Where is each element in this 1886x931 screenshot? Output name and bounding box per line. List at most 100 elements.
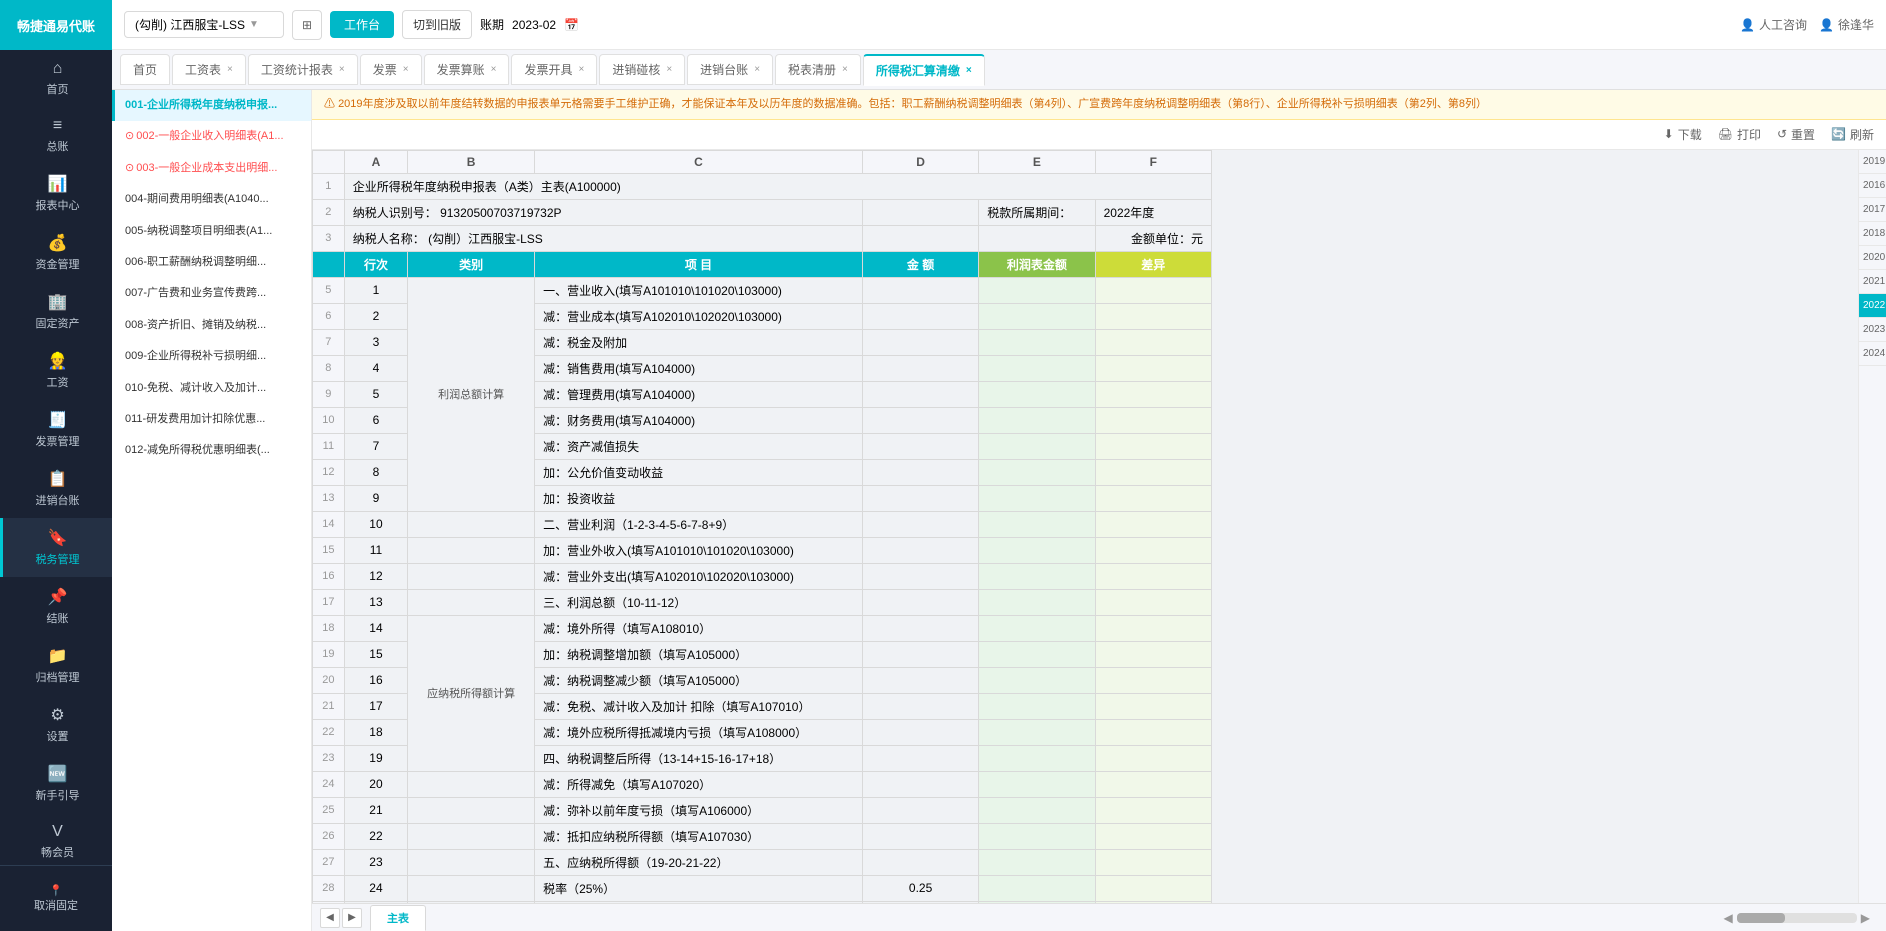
- table-row[interactable]: 16 12 减：营业外支出(填写A102010\102020\103000): [313, 563, 1212, 589]
- workbench-button[interactable]: 工作台: [330, 11, 394, 38]
- item-cell[interactable]: 减：营业外支出(填写A102010\102020\103000): [535, 563, 863, 589]
- sheet-tab-main[interactable]: 主表: [370, 905, 426, 931]
- tab-invoice-open[interactable]: 发票开具 ×: [511, 54, 597, 85]
- year-item-2024[interactable]: 2024: [1859, 342, 1886, 366]
- sidebar-item-home[interactable]: ⌂ 首页: [0, 50, 112, 107]
- list-item-011[interactable]: 011-研发费用加计扣除优惠...: [112, 404, 311, 435]
- item-cell[interactable]: 减：所得减免（填写A107020）: [535, 771, 863, 797]
- seq-cell[interactable]: 16: [344, 667, 407, 693]
- amount-cell[interactable]: [862, 485, 978, 511]
- seq-cell[interactable]: 15: [344, 641, 407, 667]
- tab-close-icon[interactable]: ×: [842, 64, 848, 75]
- item-cell[interactable]: 减：免税、减计收入及加计 扣除（填写A107010）: [535, 693, 863, 719]
- list-item-004[interactable]: 004-期间费用明细表(A1040...: [112, 184, 311, 215]
- sidebar-item-member[interactable]: V 畅会员: [0, 813, 112, 865]
- seq-cell[interactable]: 10: [344, 511, 407, 537]
- table-row[interactable]: 5 1 利润总额计算 一、营业收入(填写A101010\101020\10300…: [313, 277, 1212, 303]
- item-cell[interactable]: 减：资产减值损失: [535, 433, 863, 459]
- tab-invoice-calc[interactable]: 发票算账 ×: [424, 54, 510, 85]
- amount-cell[interactable]: [862, 719, 978, 745]
- refresh-button[interactable]: 🔄 刷新: [1831, 126, 1874, 143]
- seq-cell[interactable]: 19: [344, 745, 407, 771]
- seq-cell[interactable]: 21: [344, 797, 407, 823]
- print-button[interactable]: 🖨 打印: [1718, 126, 1761, 143]
- seq-cell[interactable]: 23: [344, 849, 407, 875]
- item-cell[interactable]: 减：税金及附加: [535, 329, 863, 355]
- sidebar-item-guide[interactable]: 🆕 新手引导: [0, 754, 112, 813]
- item-cell[interactable]: 减：境外应税所得抵减境内亏损（填写A108000）: [535, 719, 863, 745]
- sidebar-item-ledger[interactable]: ≡ 总账: [0, 107, 112, 164]
- tab-close-icon[interactable]: ×: [966, 65, 972, 76]
- diff-cell[interactable]: [1095, 277, 1211, 303]
- item-cell[interactable]: 加：公允价值变动收益: [535, 459, 863, 485]
- table-row[interactable]: 24 20 减：所得减免（填写A107020）: [313, 771, 1212, 797]
- amount-cell[interactable]: [862, 381, 978, 407]
- diff-cell[interactable]: [1095, 641, 1211, 667]
- table-row[interactable]: 18 14 应纳税所得额计算 减：境外所得（填写A108010）: [313, 615, 1212, 641]
- profit-cell[interactable]: [979, 641, 1095, 667]
- tab-sales-check[interactable]: 进销碰核 ×: [599, 54, 685, 85]
- tab-sales-ledger[interactable]: 进销台账 ×: [687, 54, 773, 85]
- tab-close-icon[interactable]: ×: [339, 64, 345, 75]
- seq-cell[interactable]: 6: [344, 407, 407, 433]
- user-service[interactable]: 👤 人工咨询: [1740, 16, 1807, 33]
- year-item-2016[interactable]: 2016: [1859, 174, 1886, 198]
- item-cell[interactable]: 减：抵扣应纳税所得额（填写A107030）: [535, 823, 863, 849]
- amount-cell[interactable]: [862, 823, 978, 849]
- seq-cell[interactable]: 22: [344, 823, 407, 849]
- item-cell[interactable]: 四、纳税调整后所得（13-14+15-16-17+18）: [535, 745, 863, 771]
- tab-payroll-stats[interactable]: 工资统计报表 ×: [248, 54, 358, 85]
- list-item-007[interactable]: 007-广告费和业务宣传费跨...: [112, 278, 311, 309]
- table-row[interactable]: 25 21 减：弥补以前年度亏损（填写A106000）: [313, 797, 1212, 823]
- list-item-012[interactable]: 012-减免所得税优惠明细表(...: [112, 435, 311, 466]
- sidebar-item-tax[interactable]: 🔖 税务管理: [0, 518, 112, 577]
- item-cell[interactable]: 税率（25%）: [535, 875, 863, 901]
- diff-cell[interactable]: [1095, 849, 1211, 875]
- reset-button[interactable]: ↺ 重置: [1777, 126, 1815, 143]
- year-item-2017[interactable]: 2017: [1859, 198, 1886, 222]
- spreadsheet[interactable]: A B C D E F: [312, 150, 1858, 904]
- profit-cell[interactable]: [979, 511, 1095, 537]
- profit-cell[interactable]: [979, 433, 1095, 459]
- profit-cell[interactable]: [979, 407, 1095, 433]
- list-item-002[interactable]: ⊙002-一般企业收入明细表(A1...: [112, 121, 311, 152]
- user-account[interactable]: 👤 徐逢华: [1819, 16, 1874, 33]
- tab-tax-list[interactable]: 税表清册 ×: [775, 54, 861, 85]
- year-item-2019[interactable]: 2019: [1859, 150, 1886, 174]
- seq-cell[interactable]: 24: [344, 875, 407, 901]
- diff-cell[interactable]: [1095, 355, 1211, 381]
- diff-cell[interactable]: [1095, 589, 1211, 615]
- company-selector[interactable]: (勾削) 江西服宝-LSS ▼: [124, 11, 284, 38]
- diff-cell[interactable]: [1095, 745, 1211, 771]
- amount-cell[interactable]: [862, 771, 978, 797]
- sidebar-item-close[interactable]: 📌 结账: [0, 577, 112, 636]
- profit-cell[interactable]: [979, 277, 1095, 303]
- copy-icon-btn[interactable]: ⊞: [292, 10, 322, 40]
- seq-cell[interactable]: 11: [344, 537, 407, 563]
- profit-cell[interactable]: [979, 329, 1095, 355]
- item-cell[interactable]: 加：纳税调整增加额（填写A105000）: [535, 641, 863, 667]
- unpin-button[interactable]: 📍 取消固定: [30, 876, 82, 921]
- diff-cell[interactable]: [1095, 303, 1211, 329]
- amount-cell[interactable]: 0.25: [862, 875, 978, 901]
- year-item-2020[interactable]: 2020: [1859, 246, 1886, 270]
- tab-invoice[interactable]: 发票 ×: [360, 54, 422, 85]
- amount-cell[interactable]: [862, 329, 978, 355]
- profit-cell[interactable]: [979, 849, 1095, 875]
- diff-cell[interactable]: [1095, 667, 1211, 693]
- diff-cell[interactable]: [1095, 719, 1211, 745]
- amount-cell[interactable]: [862, 615, 978, 641]
- profit-cell[interactable]: [979, 693, 1095, 719]
- profit-cell[interactable]: [979, 875, 1095, 901]
- tab-close-icon[interactable]: ×: [666, 64, 672, 75]
- diff-cell[interactable]: [1095, 615, 1211, 641]
- sheet-nav-next[interactable]: ▶: [342, 908, 362, 928]
- diff-cell[interactable]: [1095, 459, 1211, 485]
- table-row[interactable]: 29 25 六、应纳所得税额（23×24）: [313, 901, 1212, 903]
- list-item-009[interactable]: 009-企业所得税补亏损明细...: [112, 341, 311, 372]
- sidebar-item-payroll[interactable]: 👷 工资: [0, 341, 112, 400]
- diff-cell[interactable]: [1095, 381, 1211, 407]
- year-item-2018[interactable]: 2018: [1859, 222, 1886, 246]
- tab-close-icon[interactable]: ×: [403, 64, 409, 75]
- tab-close-icon[interactable]: ×: [491, 64, 497, 75]
